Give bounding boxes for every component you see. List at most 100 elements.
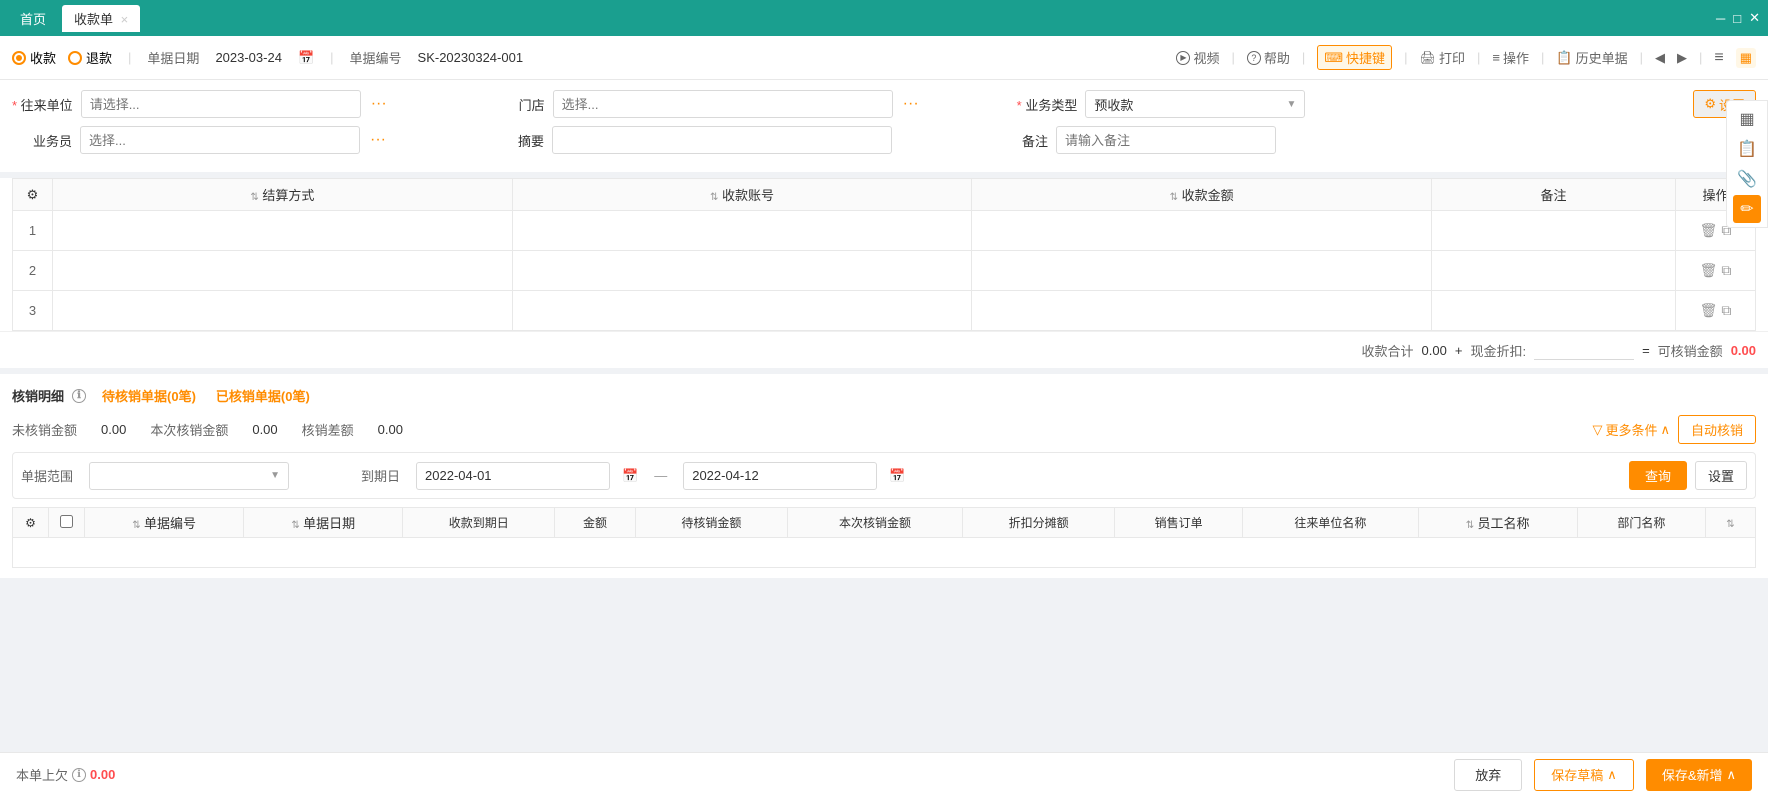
staff-more-btn[interactable]: ···: [368, 131, 388, 149]
row2-amount[interactable]: [972, 251, 1432, 291]
bottom-info-icon[interactable]: ℹ: [72, 768, 86, 782]
col-receipt-account: ⇅ 收款账号: [512, 179, 972, 211]
history-action[interactable]: 📋 历史单据: [1556, 48, 1627, 67]
current-cancel-label: 本次核销金额: [150, 420, 228, 439]
row1-delete-icon[interactable]: 🗑: [1700, 222, 1718, 239]
nav-next-icon[interactable]: ▶: [1677, 50, 1687, 66]
receipt-radio[interactable]: 收款: [12, 48, 56, 67]
btcol-pending: 本次核销金额: [787, 508, 962, 538]
win-close-icon[interactable]: ✕: [1749, 10, 1760, 26]
grid-view-icon[interactable]: ▦: [1736, 48, 1756, 68]
sidebar-doc-icon[interactable]: 📋: [1733, 135, 1761, 163]
discount-input[interactable]: [1534, 340, 1634, 360]
date-value[interactable]: 2023-03-24: [215, 50, 282, 65]
video-action[interactable]: ▶ 视频: [1176, 48, 1219, 67]
filter-icon: ▽: [1592, 422, 1602, 438]
filter-range-chevron: ▼: [270, 470, 280, 481]
operation-action[interactable]: ≡ 操作: [1492, 48, 1529, 67]
sep4: |: [1477, 50, 1480, 65]
tab-close-icon[interactable]: ×: [121, 12, 129, 27]
row3-delete-icon[interactable]: 🗑: [1700, 302, 1718, 319]
row1-account[interactable]: [512, 211, 972, 251]
btcol-doc-type: ⇅ 单据编号: [85, 508, 244, 538]
nav-prev-icon[interactable]: ◀: [1655, 50, 1665, 66]
filter-range-select[interactable]: ▼: [89, 462, 289, 490]
row3-amount[interactable]: [972, 291, 1432, 331]
help-action[interactable]: ? 帮助: [1247, 48, 1290, 67]
btcol-checkbox[interactable]: [49, 508, 85, 538]
btcol-gear[interactable]: ⚙: [13, 508, 49, 538]
row2-copy-icon[interactable]: ⧉: [1721, 262, 1731, 279]
calendar-icon-1[interactable]: 📅: [622, 468, 638, 484]
available-value: 0.00: [1731, 343, 1756, 358]
row2-actions: 🗑 ⧉: [1676, 251, 1756, 291]
customer-more-btn[interactable]: ···: [369, 95, 389, 113]
active-tab[interactable]: 收款单 ×: [62, 5, 140, 32]
btcol-due-date: 金额: [555, 508, 636, 538]
row2-settle[interactable]: [53, 251, 513, 291]
date-to-input[interactable]: [683, 462, 877, 490]
toolbar-sep2: |: [330, 50, 333, 65]
sidebar-attach-icon[interactable]: 📎: [1733, 165, 1761, 193]
more-filter-btn[interactable]: ▽ 更多条件 ∧: [1592, 420, 1670, 439]
save-new-button[interactable]: 保存&新增 ∧: [1646, 759, 1752, 791]
filter-btns: 查询 设置: [1629, 461, 1747, 490]
row1-remark[interactable]: [1431, 211, 1675, 251]
verify-actions: ▽ 更多条件 ∧ 自动核销: [1592, 415, 1756, 444]
auto-verify-button[interactable]: 自动核销: [1678, 415, 1756, 444]
home-tab[interactable]: 首页: [8, 5, 58, 32]
biz-type-select[interactable]: 预收款 ▼: [1085, 90, 1305, 118]
staff-label: 业务员: [12, 131, 72, 150]
list-view-icon[interactable]: ≡: [1714, 49, 1723, 67]
summary-input[interactable]: [552, 126, 892, 154]
sidebar-table-icon[interactable]: ▦: [1733, 105, 1761, 133]
save-draft-button[interactable]: 保存草稿 ∧: [1534, 759, 1634, 791]
shop-more-btn[interactable]: ···: [901, 95, 921, 113]
verify-filter-bar: 单据范围 ▼ 到期日 📅 — 📅 查询 设置: [12, 452, 1756, 499]
uncancelled-value: 0.00: [101, 422, 126, 437]
row1-amount[interactable]: [972, 211, 1432, 251]
customer-label: 往来单位: [12, 95, 73, 114]
shop-input[interactable]: [553, 90, 893, 118]
sum-label: 收款合计: [1362, 341, 1414, 360]
win-minimize-icon[interactable]: ─: [1716, 11, 1725, 26]
help-circle-icon: ?: [1247, 51, 1261, 65]
abandon-button[interactable]: 放弃: [1454, 759, 1522, 791]
remark-input[interactable]: [1056, 126, 1276, 154]
verify-settings-button[interactable]: 设置: [1695, 461, 1747, 490]
row2-delete-icon[interactable]: 🗑: [1700, 262, 1718, 279]
row3-copy-icon[interactable]: ⧉: [1721, 302, 1731, 319]
verify-tab-pending[interactable]: 待核销单据(0笔): [94, 384, 204, 407]
date-from-input[interactable]: [416, 462, 610, 490]
row3-account[interactable]: [512, 291, 972, 331]
row3-settle[interactable]: [53, 291, 513, 331]
refund-radio[interactable]: 退款: [68, 48, 112, 67]
sort-icon-bt1: ⇅: [132, 520, 140, 531]
query-button[interactable]: 查询: [1629, 461, 1687, 490]
save-new-label: 保存&新增: [1662, 765, 1723, 784]
customer-input[interactable]: [81, 90, 361, 118]
table-settings-icon[interactable]: ⚙: [13, 179, 53, 211]
row-num-2: 2: [13, 251, 53, 291]
calendar-icon[interactable]: 📅: [298, 50, 314, 66]
win-maximize-icon[interactable]: □: [1733, 11, 1741, 26]
row1-settle[interactable]: [53, 211, 513, 251]
sidebar-edit-icon[interactable]: ✏: [1733, 195, 1761, 223]
verify-tab-done[interactable]: 已核销单据(0笔): [208, 384, 318, 407]
row2-account[interactable]: [512, 251, 972, 291]
bottom-info: 本单上欠 ℹ 0.00: [16, 765, 115, 784]
select-all-checkbox[interactable]: [60, 515, 73, 528]
refund-radio-dot: [68, 51, 82, 65]
staff-input[interactable]: [80, 126, 360, 154]
sep7: |: [1699, 50, 1702, 65]
save-draft-chevron: ∧: [1607, 767, 1617, 783]
verify-info-icon[interactable]: ℹ: [72, 389, 86, 403]
shortcut-action[interactable]: ⌨ 快捷键: [1317, 45, 1392, 70]
calendar-icon-2[interactable]: 📅: [889, 468, 905, 484]
diff-value: 0.00: [378, 422, 403, 437]
row3-remark[interactable]: [1431, 291, 1675, 331]
row2-remark[interactable]: [1431, 251, 1675, 291]
biz-type-value: 预收款: [1094, 95, 1133, 114]
btcol-doc-number: ⇅ 单据日期: [244, 508, 403, 538]
print-action[interactable]: 🖨 打印: [1419, 48, 1465, 67]
